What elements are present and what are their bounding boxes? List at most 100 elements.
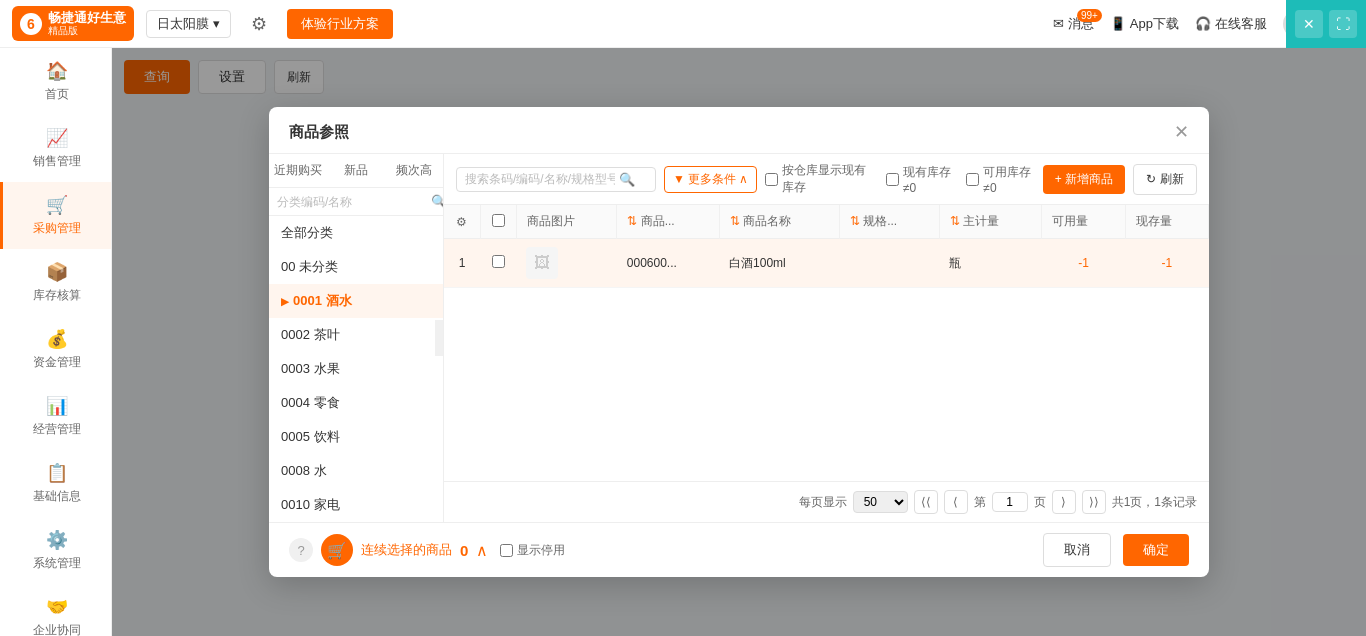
th-settings[interactable]: ⚙	[444, 205, 480, 239]
filter-btn[interactable]: ▼ 更多条件 ∧	[664, 166, 757, 193]
cat-item-0003[interactable]: 0003 水果	[269, 352, 443, 386]
th-name[interactable]: ⇅ 商品名称	[719, 205, 839, 239]
th-code[interactable]: ⇅ 商品...	[617, 205, 719, 239]
last-page-btn[interactable]: ⟩⟩	[1082, 490, 1106, 514]
modal-body: 近期购买 新品 频次高 🔍 《	[269, 154, 1209, 522]
table-row[interactable]: 1 🖼 000600... 白酒100ml 瓶	[444, 239, 1209, 288]
prev-page-btn[interactable]: ⟨	[944, 490, 968, 514]
sidebar-item-sales[interactable]: 📈 销售管理	[0, 115, 111, 182]
category-search[interactable]: 🔍	[269, 188, 443, 216]
footer-left: ? 🛒 连续选择的商品 0 ∧	[289, 534, 488, 566]
cat-arrow-icon: ▶	[281, 296, 289, 307]
checkbox-filters: 按仓库显示现有库存 现有库存≠0 可用库存≠0	[765, 162, 1035, 196]
th-checkbox[interactable]	[480, 205, 516, 239]
checkbox-available-label[interactable]: 可用库存≠0	[966, 164, 1034, 195]
sales-icon: 📈	[46, 127, 68, 149]
tab-recent[interactable]: 近期购买	[269, 154, 327, 187]
category-tabs: 近期购买 新品 频次高	[269, 154, 443, 188]
modal-title: 商品参照	[289, 123, 349, 142]
system-icon: ⚙️	[46, 529, 68, 551]
cat-item-0010[interactable]: 0010 家电	[269, 488, 443, 522]
sidebar-item-purchase[interactable]: 🛒 采购管理	[0, 182, 111, 249]
product-search-box[interactable]: 🔍	[456, 167, 656, 192]
category-panel: 近期购买 新品 频次高 🔍 《	[269, 154, 444, 522]
logo-text: 畅捷通好生意 精品版	[48, 10, 126, 38]
next-page-btn[interactable]: ⟩	[1052, 490, 1076, 514]
td-stock: -1	[1125, 239, 1208, 288]
chevron-down-icon: ▾	[213, 16, 220, 31]
sidebar-item-coop[interactable]: 🤝 企业协同	[0, 584, 111, 636]
logo[interactable]: 6 畅捷通好生意 精品版	[12, 6, 134, 42]
cat-item-all[interactable]: 全部分类	[269, 216, 443, 250]
cat-item-0002[interactable]: 0002 茶叶	[269, 318, 443, 352]
message-btn[interactable]: ✉ 消息 99+	[1053, 15, 1094, 33]
cancel-btn[interactable]: 取消	[1043, 533, 1111, 567]
category-search-input[interactable]	[277, 195, 427, 209]
show-disabled-checkbox[interactable]	[500, 544, 513, 557]
refresh-icon: ↻	[1146, 172, 1156, 186]
top-nav: 6 畅捷通好生意 精品版 日太阳膜 ▾ ⚙ 体验行业方案 ✉ 消息 99+ 📱 …	[0, 0, 1366, 48]
teal-close-btn[interactable]: ✕	[1295, 10, 1323, 38]
sort-icon: ⇅	[627, 214, 637, 228]
search-icon[interactable]: 🔍	[619, 172, 635, 187]
checkbox-stock[interactable]	[886, 173, 899, 186]
tab-frequent[interactable]: 频次高	[385, 154, 443, 187]
page-size-select[interactable]: 50 10 20 100	[853, 491, 908, 513]
cat-item-0004[interactable]: 0004 零食	[269, 386, 443, 420]
gear-icon[interactable]: ⚙	[243, 8, 275, 40]
experience-btn[interactable]: 体验行业方案	[287, 9, 393, 39]
confirm-btn[interactable]: 确定	[1123, 534, 1189, 566]
stock-icon: 📦	[46, 261, 68, 283]
th-unit[interactable]: ⇅ 主计量	[939, 205, 1042, 239]
filter-icon: ▼	[673, 172, 685, 186]
collapse-btn[interactable]: 《	[435, 320, 444, 356]
modal-header: 商品参照 ✕	[269, 107, 1209, 154]
tab-new[interactable]: 新品	[327, 154, 385, 187]
sidebar-item-system[interactable]: ⚙️ 系统管理	[0, 517, 111, 584]
th-spec[interactable]: ⇅ 规格...	[839, 205, 939, 239]
right-panel: 🔍 ▼ 更多条件 ∧ 按仓库显示现有库存	[444, 154, 1209, 522]
th-stock: 现存量	[1125, 205, 1208, 239]
cat-item-0005[interactable]: 0005 饮料	[269, 420, 443, 454]
cat-item-00[interactable]: 00 未分类	[269, 250, 443, 284]
help-btn[interactable]: ?	[289, 538, 313, 562]
sidebar-item-home[interactable]: 🏠 首页	[0, 48, 111, 115]
nav-dropdown[interactable]: 日太阳膜 ▾	[146, 10, 231, 38]
page-label: 第	[974, 494, 986, 511]
chevron-up-icon: ∧	[739, 172, 748, 186]
row-checkbox[interactable]	[492, 255, 505, 268]
page-label-2: 页	[1034, 494, 1046, 511]
checkbox-available[interactable]	[966, 173, 979, 186]
first-page-btn[interactable]: ⟨⟨	[914, 490, 938, 514]
sidebar-item-base[interactable]: 📋 基础信息	[0, 450, 111, 517]
checkbox-stock-label[interactable]: 现有库存≠0	[886, 164, 954, 195]
modal-close-btn[interactable]: ✕	[1174, 121, 1189, 143]
cat-item-0001[interactable]: ▶ 0001 酒水	[269, 284, 443, 318]
layout: 🏠 首页 📈 销售管理 🛒 采购管理 📦 库存核算 💰 资金管理 📊 经营管理 …	[0, 48, 1366, 636]
message-badge: 99+	[1077, 9, 1102, 22]
cat-item-0008[interactable]: 0008 水	[269, 454, 443, 488]
teal-expand-btn[interactable]: ⛶	[1329, 10, 1357, 38]
select-all-checkbox[interactable]	[492, 214, 505, 227]
add-product-btn[interactable]: + 新增商品	[1043, 165, 1125, 194]
footer-collapse-btn[interactable]: ∧	[476, 541, 488, 560]
sidebar-item-finance[interactable]: 💰 资金管理	[0, 316, 111, 383]
checkbox-warehouse[interactable]	[765, 173, 778, 186]
service-btn[interactable]: 🎧 在线客服	[1195, 15, 1267, 33]
td-checkbox[interactable]	[480, 239, 516, 288]
app-download-btn[interactable]: 📱 App下载	[1110, 15, 1179, 33]
sidebar-item-ops[interactable]: 📊 经营管理	[0, 383, 111, 450]
checkbox-warehouse-label[interactable]: 按仓库显示现有库存	[765, 162, 874, 196]
mobile-icon: 📱	[1110, 16, 1126, 31]
td-available: -1	[1042, 239, 1125, 288]
refresh-product-btn[interactable]: ↻ 刷新	[1133, 164, 1197, 195]
product-search-input[interactable]	[465, 172, 615, 186]
product-table-container: ⚙ 商品图片 ⇅ 商品...	[444, 205, 1209, 481]
message-icon: ✉	[1053, 16, 1064, 31]
page-input[interactable]	[992, 492, 1028, 512]
sort-icon: ⇅	[950, 214, 960, 228]
modal: 商品参照 ✕ 近期购买 新品 频次高	[269, 107, 1209, 577]
sidebar-item-stock[interactable]: 📦 库存核算	[0, 249, 111, 316]
sidebar: 🏠 首页 📈 销售管理 🛒 采购管理 📦 库存核算 💰 资金管理 📊 经营管理 …	[0, 48, 112, 636]
cart-icon: 🛒	[321, 534, 353, 566]
